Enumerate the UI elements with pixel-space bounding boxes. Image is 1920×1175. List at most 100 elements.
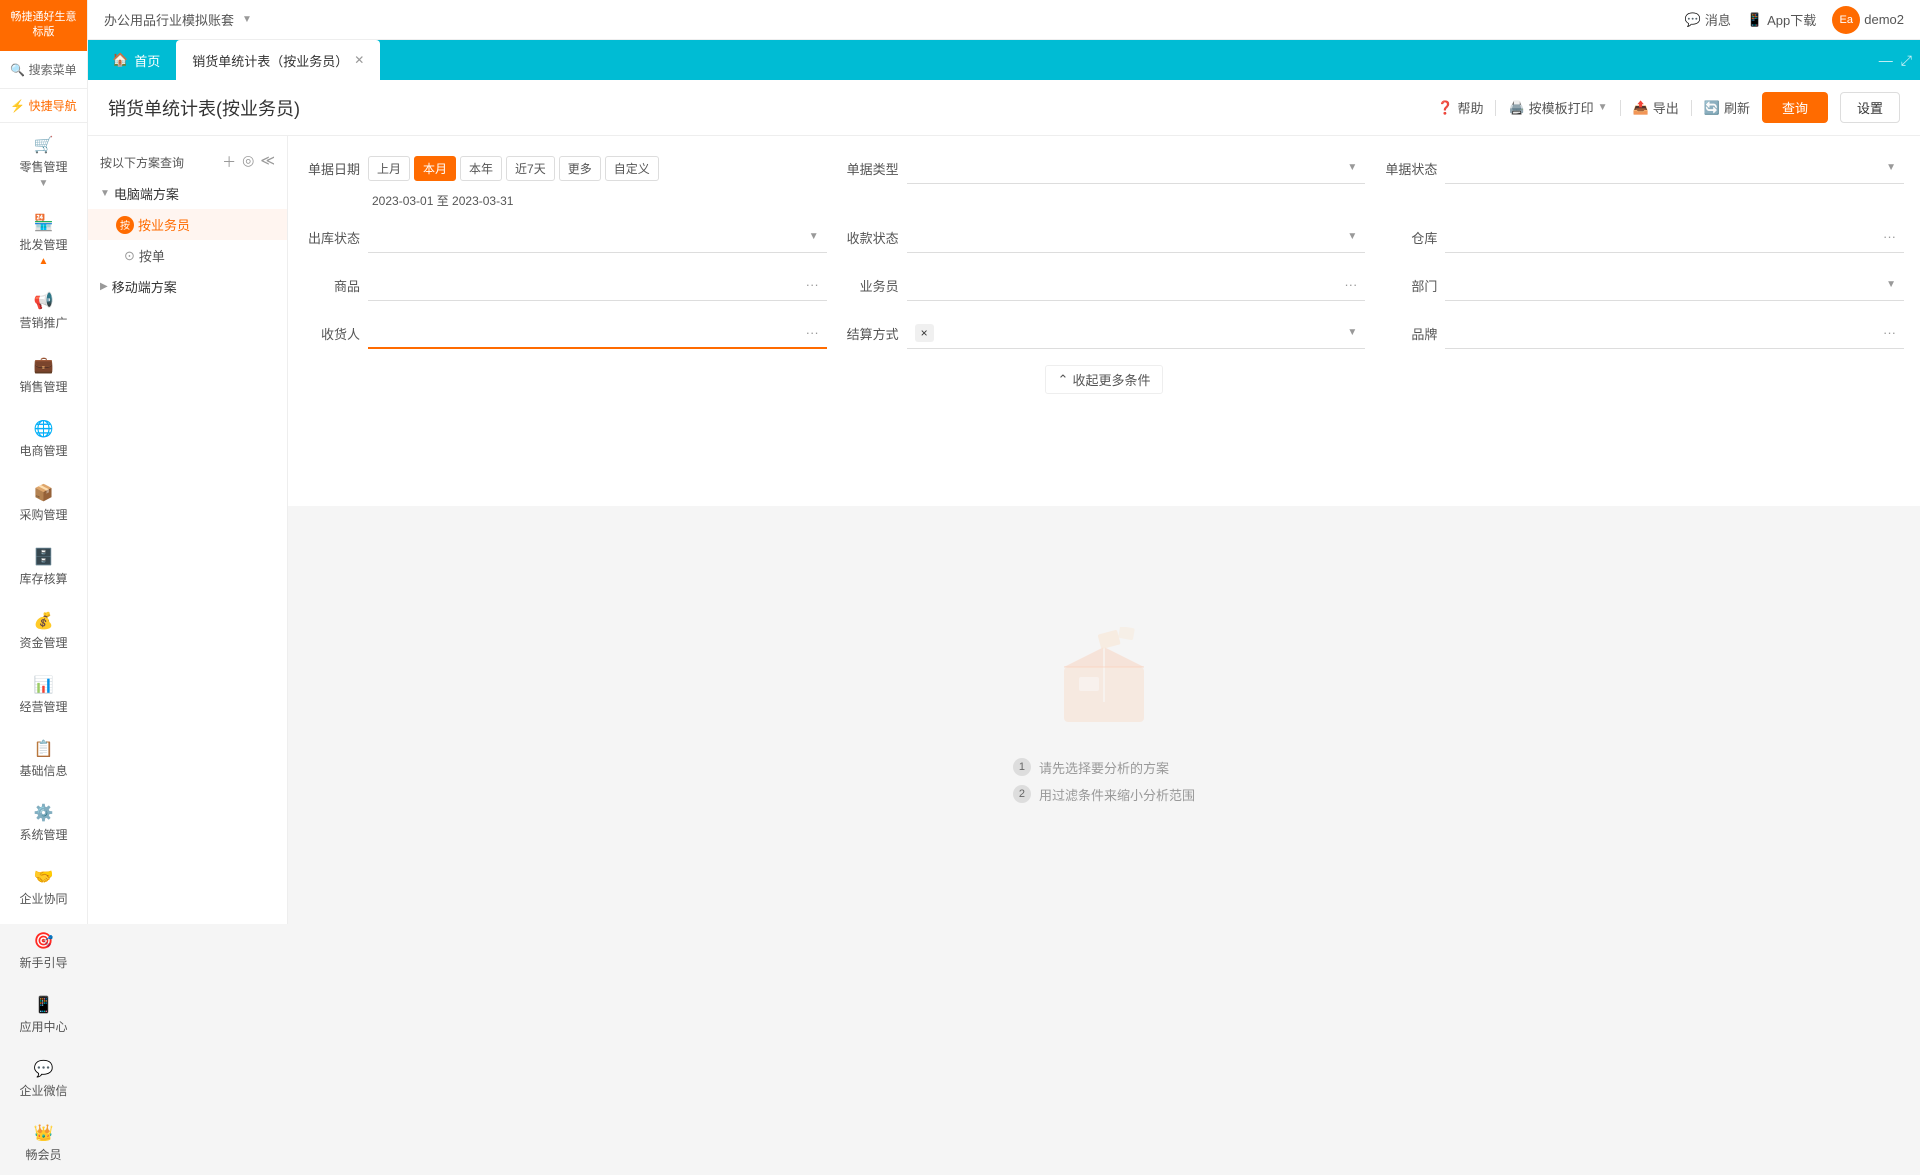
sidebar-item-enterprise[interactable]: 🤝 企业协同 xyxy=(0,855,87,919)
help-btn[interactable]: ❓ 帮助 xyxy=(1437,98,1483,117)
collapse-panel-btn[interactable]: ≪ xyxy=(260,152,275,172)
empty-steps: 1 请先选择要分析的方案 2 用过滤条件来缩小分析范围 xyxy=(1013,758,1195,804)
settle-select[interactable]: × ▼ xyxy=(907,317,1366,349)
filter-cell-goods: 商品 ··· xyxy=(304,269,827,301)
message-btn[interactable]: 💬 消息 xyxy=(1685,10,1731,29)
filter-cell-dept: 部门 ▼ xyxy=(1381,269,1904,301)
sidebar-item-label: 经营管理 xyxy=(19,698,67,715)
sidebar-item-label: 零售管理 xyxy=(19,158,67,175)
wholesale-icon: 🏪 xyxy=(34,213,54,233)
collect-status-label: 收款状态 xyxy=(843,228,899,247)
collapse-icon: ⌃ xyxy=(1058,372,1069,388)
tree-item-sales-rep[interactable]: 按 按业务员 xyxy=(88,209,287,240)
add-scheme-btn[interactable]: ＋ xyxy=(222,152,236,172)
brand-select[interactable]: ··· xyxy=(1445,317,1904,349)
operation-icon: 📊 xyxy=(34,675,54,695)
sidebar-item-finance[interactable]: 💰 资金管理 xyxy=(0,599,87,663)
sidebar-item-wechat[interactable]: 💬 企业微信 xyxy=(0,1047,87,1111)
template-print-btn[interactable]: 🖨️ 按模板打印 ▼ xyxy=(1508,98,1607,117)
out-status-select[interactable]: ▼ xyxy=(368,221,827,253)
filter-row-2: 出库状态 ▼ 收款状态 ▼ xyxy=(304,221,1904,253)
message-icon: 💬 xyxy=(1685,12,1701,28)
app-download-btn[interactable]: 📱 App下载 xyxy=(1747,10,1816,29)
date-this-month[interactable]: 本月 xyxy=(414,156,456,181)
filter-row-4: 收货人 ··· 结算方式 × xyxy=(304,317,1904,349)
sidebar-item-label: 企业微信 xyxy=(19,1082,67,1099)
receiver-label: 收货人 xyxy=(304,324,360,343)
page-title: 销货单统计表(按业务员) xyxy=(108,95,300,121)
tab-home[interactable]: 🏠 首页 xyxy=(96,40,176,80)
divider3 xyxy=(1691,100,1692,116)
goods-select[interactable]: ··· xyxy=(368,269,827,301)
collect-status-select[interactable]: ▼ xyxy=(907,221,1366,253)
logo-text: 畅捷通好生意 标版 xyxy=(5,10,82,41)
print-dropdown-icon: ▼ xyxy=(1598,102,1608,113)
marketing-icon: 📢 xyxy=(34,291,54,311)
collapse-row: ⌃ 收起更多条件 xyxy=(304,365,1904,394)
sidebar-item-system[interactable]: ⚙️ 系统管理 xyxy=(0,791,87,855)
minimize-btn[interactable]: — xyxy=(1879,52,1893,69)
industry-selector[interactable]: 办公用品行业模拟账套 ▼ xyxy=(104,10,252,29)
print-icon: 🖨️ xyxy=(1508,100,1524,116)
message-label: 消息 xyxy=(1705,10,1731,29)
maximize-btn[interactable]: ⤢ xyxy=(1901,52,1912,69)
sidebar-item-marketing[interactable]: 📢 营销推广 xyxy=(0,279,87,343)
warehouse-dots: ··· xyxy=(1883,229,1896,244)
user-menu[interactable]: Ea demo2 xyxy=(1832,6,1904,34)
sales-icon: 💼 xyxy=(34,355,54,375)
sidebar-item-base[interactable]: 📋 基础信息 xyxy=(0,727,87,791)
sidebar-item-label: 应用中心 xyxy=(19,1018,67,1035)
tree-item-by-order[interactable]: ⊙ 按单 xyxy=(88,240,287,271)
date-this-year[interactable]: 本年 xyxy=(460,156,502,181)
sidebar-item-inventory[interactable]: 🗄️ 库存核算 xyxy=(0,535,87,599)
edit-scheme-btn[interactable]: ◎ xyxy=(242,152,254,172)
sidebar-item-newbie[interactable]: 🎯 新手引导 xyxy=(0,919,87,983)
sidebar-item-label: 采购管理 xyxy=(19,506,67,523)
date-7days[interactable]: 近7天 xyxy=(506,156,555,181)
sidebar-item-wholesale[interactable]: 🏪 批发管理 ▲ xyxy=(0,201,87,279)
goods-dots: ··· xyxy=(806,277,819,292)
wechat-icon: 💬 xyxy=(34,1059,54,1079)
sidebar-search[interactable]: 🔍 搜索菜单 xyxy=(0,51,87,89)
sidebar-item-ecom[interactable]: 🌐 电商管理 xyxy=(0,407,87,471)
refresh-icon: 🔄 xyxy=(1704,100,1720,116)
filter-cell-date: 单据日期 上月 本月 本年 近7天 更多 自定义 xyxy=(304,156,827,181)
query-btn[interactable]: 查询 xyxy=(1762,92,1828,123)
filter-cell-sales-rep: 业务员 ··· xyxy=(843,269,1366,301)
ecom-icon: 🌐 xyxy=(34,419,54,439)
date-more[interactable]: 更多 xyxy=(559,156,601,181)
settle-tag-close[interactable]: × xyxy=(921,326,928,340)
sidebar-item-sales[interactable]: 💼 销售管理 xyxy=(0,343,87,407)
industry-name: 办公用品行业模拟账套 xyxy=(104,10,234,29)
tab-sales-stats[interactable]: 销货单统计表（按业务员） ✕ xyxy=(176,40,380,80)
sales-rep-select[interactable]: ··· xyxy=(907,269,1366,301)
warehouse-select[interactable]: ··· xyxy=(1445,221,1904,253)
left-panel-title: 按以下方案查询 xyxy=(100,154,184,171)
pc-section: ▼ 电脑端方案 xyxy=(88,178,287,209)
logo[interactable]: 畅捷通好生意 标版 xyxy=(0,0,87,51)
sidebar-item-purchase[interactable]: 📦 采购管理 xyxy=(0,471,87,535)
apps-icon: 📱 xyxy=(34,995,54,1015)
mobile-section: ▶ 移动端方案 xyxy=(88,271,287,302)
doc-status-select[interactable]: ▼ xyxy=(1445,152,1904,184)
doc-type-select[interactable]: ▼ xyxy=(907,152,1366,184)
filter-cell-out-status: 出库状态 ▼ xyxy=(304,221,827,253)
dept-select[interactable]: ▼ xyxy=(1445,269,1904,301)
top-header: 办公用品行业模拟账套 ▼ 💬 消息 📱 App下载 Ea demo2 xyxy=(88,0,1920,40)
sidebar-item-operation[interactable]: 📊 经营管理 xyxy=(0,663,87,727)
export-btn[interactable]: 📤 导出 xyxy=(1633,98,1679,117)
out-status-label: 出库状态 xyxy=(304,228,360,247)
refresh-btn[interactable]: 🔄 刷新 xyxy=(1704,98,1750,117)
sidebar-item-retail[interactable]: 🛒 零售管理 ▼ xyxy=(0,123,87,201)
sidebar-quick-nav[interactable]: ⚡ 快捷导航 xyxy=(0,89,87,123)
tab-close-icon[interactable]: ✕ xyxy=(354,53,364,67)
left-panel-header: 按以下方案查询 ＋ ◎ ≪ xyxy=(88,146,287,178)
settings-btn[interactable]: 设置 xyxy=(1840,92,1900,123)
receiver-input[interactable]: ··· xyxy=(368,317,827,349)
date-custom[interactable]: 自定义 xyxy=(605,156,659,181)
date-last-month[interactable]: 上月 xyxy=(368,156,410,181)
sidebar-item-apps[interactable]: 📱 应用中心 xyxy=(0,983,87,1047)
template-print-label: 按模板打印 xyxy=(1529,98,1594,117)
sidebar-item-member[interactable]: 👑 畅会员 xyxy=(0,1111,87,1175)
collapse-btn[interactable]: ⌃ 收起更多条件 xyxy=(1045,365,1164,394)
